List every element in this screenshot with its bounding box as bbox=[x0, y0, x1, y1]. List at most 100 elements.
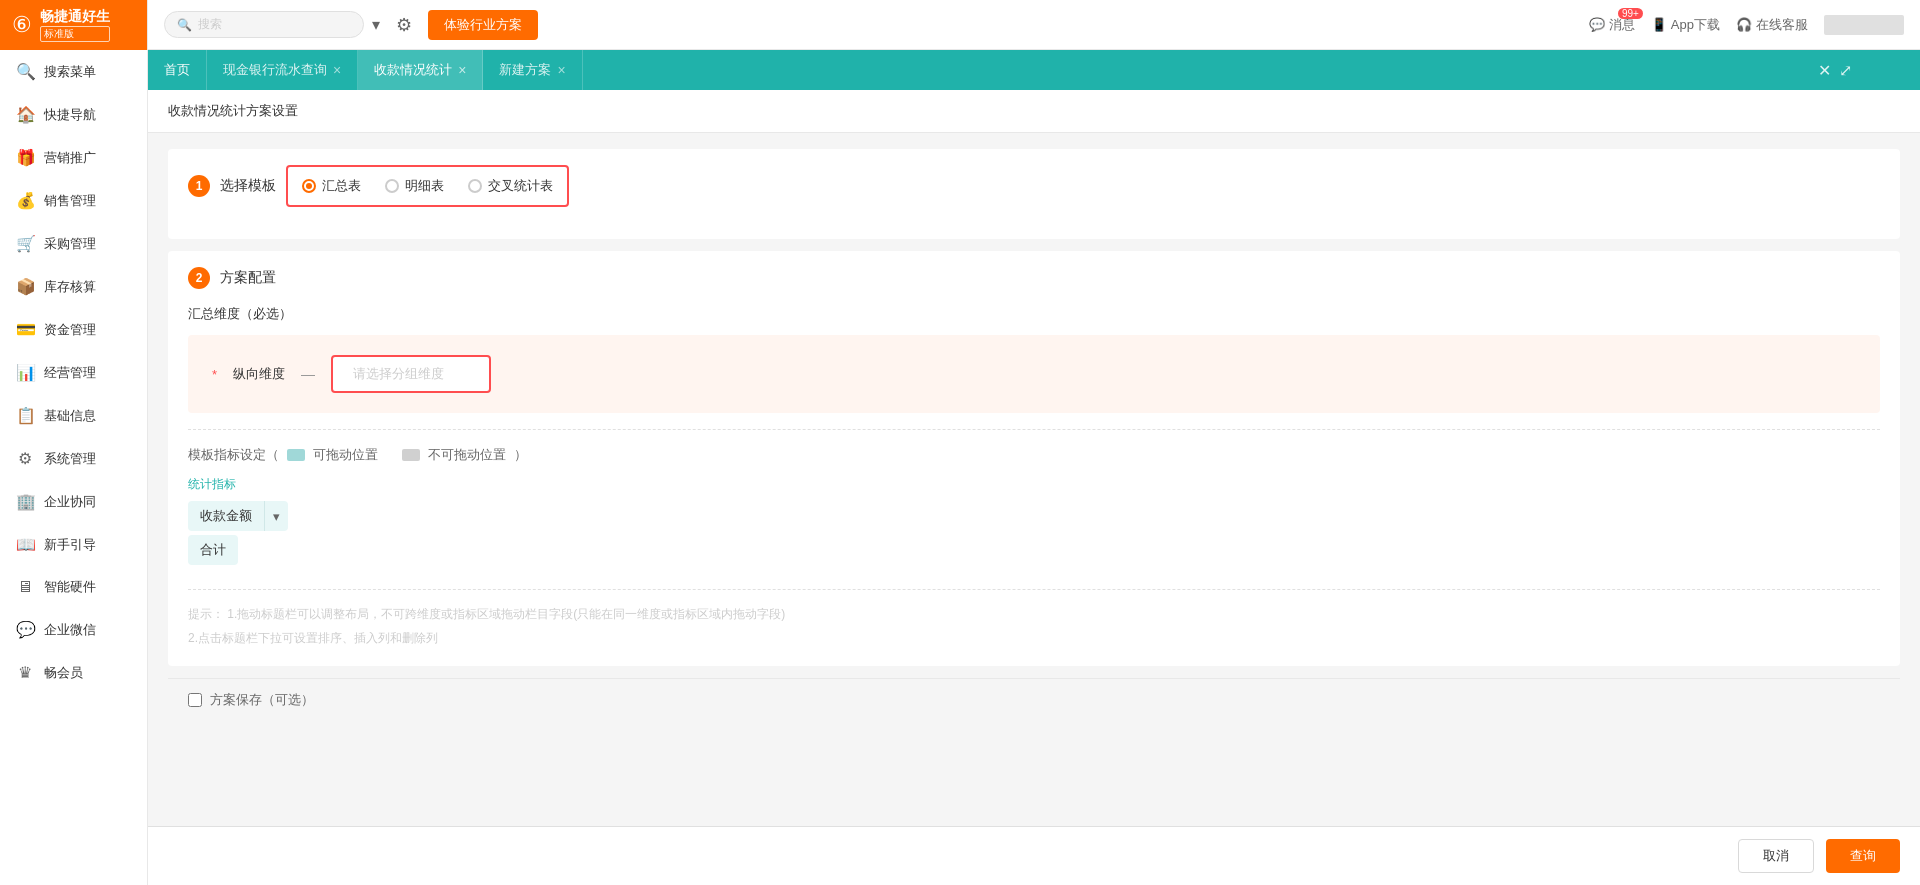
settings-button[interactable]: ⚙ bbox=[388, 9, 420, 41]
tab-new-plan-close[interactable]: × bbox=[557, 62, 565, 78]
sidebar-item-label: 销售管理 bbox=[44, 192, 96, 210]
notification-icon: 💬 bbox=[1589, 17, 1605, 32]
step1-template-selector: 汇总表 明细表 交叉统计表 bbox=[286, 165, 569, 207]
dimension-row: * 纵向维度 — 请选择分组维度 bbox=[212, 355, 1856, 393]
tab-new-plan[interactable]: 新建方案 × bbox=[483, 50, 582, 90]
search-placeholder-text: 搜索 bbox=[198, 16, 222, 33]
metrics-section: 模板指标设定（ 可拖动位置 不可拖动位置 ） 统计指标 收款金额 bbox=[188, 429, 1880, 565]
vertical-dim-label: 纵向维度 bbox=[233, 365, 285, 383]
building-icon: 🏢 bbox=[16, 492, 34, 511]
sidebar-item-finance[interactable]: 💳 资金管理 bbox=[0, 308, 147, 351]
download-label: App下载 bbox=[1671, 16, 1720, 34]
topbar-dropdown-button[interactable]: ▾ bbox=[372, 15, 380, 34]
tab-home-label: 首页 bbox=[164, 61, 190, 79]
tabbar-close-button[interactable]: ✕ bbox=[1818, 61, 1831, 80]
page-body: 1 选择模板 汇总表 明细表 bbox=[148, 133, 1920, 737]
step1-title: 选择模板 bbox=[220, 177, 276, 195]
cancel-button[interactable]: 取消 bbox=[1738, 839, 1814, 873]
tab-cashflow[interactable]: 现金银行流水查询 × bbox=[207, 50, 358, 90]
topbar-right: 💬 消息 99+ 📱 App下载 🎧 在线客服 bbox=[1589, 15, 1904, 35]
sidebar-item-label: 智能硬件 bbox=[44, 578, 96, 596]
sidebar-item-hardware[interactable]: 🖥 智能硬件 bbox=[0, 566, 147, 608]
sidebar-item-label: 畅会员 bbox=[44, 664, 83, 682]
search-box[interactable]: 🔍 搜索 bbox=[164, 11, 364, 38]
sidebar-item-operations[interactable]: 📊 经营管理 bbox=[0, 351, 147, 394]
sidebar-logo: ⑥ 畅捷通好生 标准版 bbox=[0, 0, 147, 50]
sidebar-item-member[interactable]: ♛ 畅会员 bbox=[0, 651, 147, 694]
sidebar-item-wechat[interactable]: 💬 企业微信 bbox=[0, 608, 147, 651]
radio-summary[interactable]: 汇总表 bbox=[302, 177, 361, 195]
sidebar-item-purchase[interactable]: 🛒 采购管理 bbox=[0, 222, 147, 265]
tabbar-expand-button[interactable]: ⤢ bbox=[1839, 61, 1852, 80]
dimension-arrow: — bbox=[301, 366, 315, 382]
draggable-label: 可拖动位置 bbox=[313, 446, 378, 464]
notification-badge: 99+ bbox=[1618, 8, 1643, 19]
radio-summary-label: 汇总表 bbox=[322, 177, 361, 195]
metrics-section-label: 统计指标 bbox=[188, 476, 1880, 493]
radio-cross-label: 交叉统计表 bbox=[488, 177, 553, 195]
tips-section: 提示： 1.拖动标题栏可以调整布局，不可跨维度或指标区域拖动栏目字段(只能在同一… bbox=[188, 589, 1880, 650]
metric-chip-container: 收款金额 ▾ 合计 bbox=[188, 501, 1880, 565]
money-icon: 💰 bbox=[16, 191, 34, 210]
step2-title: 方案配置 bbox=[220, 269, 276, 287]
sidebar-item-quick-nav[interactable]: 🏠 快捷导航 bbox=[0, 93, 147, 136]
box-icon: 📦 bbox=[16, 277, 34, 296]
save-plan-checkbox[interactable] bbox=[188, 693, 202, 707]
required-star: * bbox=[212, 367, 217, 382]
gear-icon: ⚙ bbox=[16, 449, 34, 468]
tip-1: 提示： 1.拖动标题栏可以调整布局，不可跨维度或指标区域拖动栏目字段(只能在同一… bbox=[188, 602, 1880, 626]
sidebar-item-basic-info[interactable]: 📋 基础信息 bbox=[0, 394, 147, 437]
industry-button[interactable]: 体验行业方案 bbox=[428, 10, 538, 40]
cart-icon: 🛒 bbox=[16, 234, 34, 253]
card-icon: 💳 bbox=[16, 320, 34, 339]
logo-icon: ⑥ bbox=[12, 12, 32, 38]
tabbar: 首页 现金银行流水查询 × 收款情况统计 × 新建方案 × ✕ ⤢ bbox=[148, 50, 1920, 90]
support-item[interactable]: 🎧 在线客服 bbox=[1736, 16, 1808, 34]
tab-stats[interactable]: 收款情况统计 × bbox=[358, 50, 483, 90]
user-info bbox=[1824, 15, 1904, 35]
sidebar: ⑥ 畅捷通好生 标准版 🔍 搜索菜单 🏠 快捷导航 🎁 营销推广 💰 销售管理 … bbox=[0, 0, 148, 885]
metrics-setting-label: 模板指标设定（ bbox=[188, 446, 279, 464]
page-footer: 方案保存（可选） bbox=[168, 678, 1900, 721]
sidebar-item-inventory[interactable]: 📦 库存核算 bbox=[0, 265, 147, 308]
query-button[interactable]: 查询 bbox=[1826, 839, 1900, 873]
search-icon: 🔍 bbox=[16, 62, 34, 81]
tab-cashflow-close[interactable]: × bbox=[333, 62, 341, 78]
sidebar-item-system[interactable]: ⚙ 系统管理 bbox=[0, 437, 147, 480]
sidebar-item-search-menu[interactable]: 🔍 搜索菜单 bbox=[0, 50, 147, 93]
tab-home[interactable]: 首页 bbox=[148, 50, 207, 90]
topbar-left: 🔍 搜索 ▾ ⚙ 体验行业方案 bbox=[164, 9, 1573, 41]
step1-badge: 1 bbox=[188, 175, 210, 197]
sidebar-item-label: 新手引导 bbox=[44, 536, 96, 554]
dimension-select[interactable]: 请选择分组维度 bbox=[331, 355, 491, 393]
template-radio-group: 汇总表 明细表 交叉统计表 bbox=[302, 177, 553, 195]
page-header-title: 收款情况统计方案设置 bbox=[168, 103, 298, 118]
action-bar: 取消 查询 bbox=[148, 826, 1920, 885]
book-icon: 📖 bbox=[16, 535, 34, 554]
radio-summary-circle bbox=[302, 179, 316, 193]
radio-detail[interactable]: 明细表 bbox=[385, 177, 444, 195]
sidebar-item-marketing[interactable]: 🎁 营销推广 bbox=[0, 136, 147, 179]
radio-cross-circle bbox=[468, 179, 482, 193]
sidebar-item-label: 资金管理 bbox=[44, 321, 96, 339]
notification-item[interactable]: 💬 消息 99+ bbox=[1589, 16, 1635, 34]
support-label: 在线客服 bbox=[1756, 16, 1808, 34]
radio-cross[interactable]: 交叉统计表 bbox=[468, 177, 553, 195]
tab-stats-close[interactable]: × bbox=[458, 62, 466, 78]
sidebar-item-sales[interactable]: 💰 销售管理 bbox=[0, 179, 147, 222]
metric-subtotal: 合计 bbox=[188, 535, 238, 565]
tab-new-plan-label: 新建方案 bbox=[499, 61, 551, 79]
sidebar-item-enterprise[interactable]: 🏢 企业协同 bbox=[0, 480, 147, 523]
sidebar-item-guide[interactable]: 📖 新手引导 bbox=[0, 523, 147, 566]
download-icon: 📱 bbox=[1651, 17, 1667, 32]
save-plan-label: 方案保存（可选） bbox=[210, 691, 314, 709]
tab-cashflow-label: 现金银行流水查询 bbox=[223, 61, 327, 79]
no-drag-label: 不可拖动位置 bbox=[428, 446, 506, 464]
sidebar-item-label: 营销推广 bbox=[44, 149, 96, 167]
content-area: 收款情况统计方案设置 1 选择模板 汇总表 bbox=[148, 90, 1920, 826]
metric-chip-dropdown[interactable]: ▾ bbox=[265, 503, 288, 530]
tab-stats-label: 收款情况统计 bbox=[374, 61, 452, 79]
tip-2: 2.点击标题栏下拉可设置排序、插入列和删除列 bbox=[188, 626, 1880, 650]
gift-icon: 🎁 bbox=[16, 148, 34, 167]
download-item[interactable]: 📱 App下载 bbox=[1651, 16, 1720, 34]
